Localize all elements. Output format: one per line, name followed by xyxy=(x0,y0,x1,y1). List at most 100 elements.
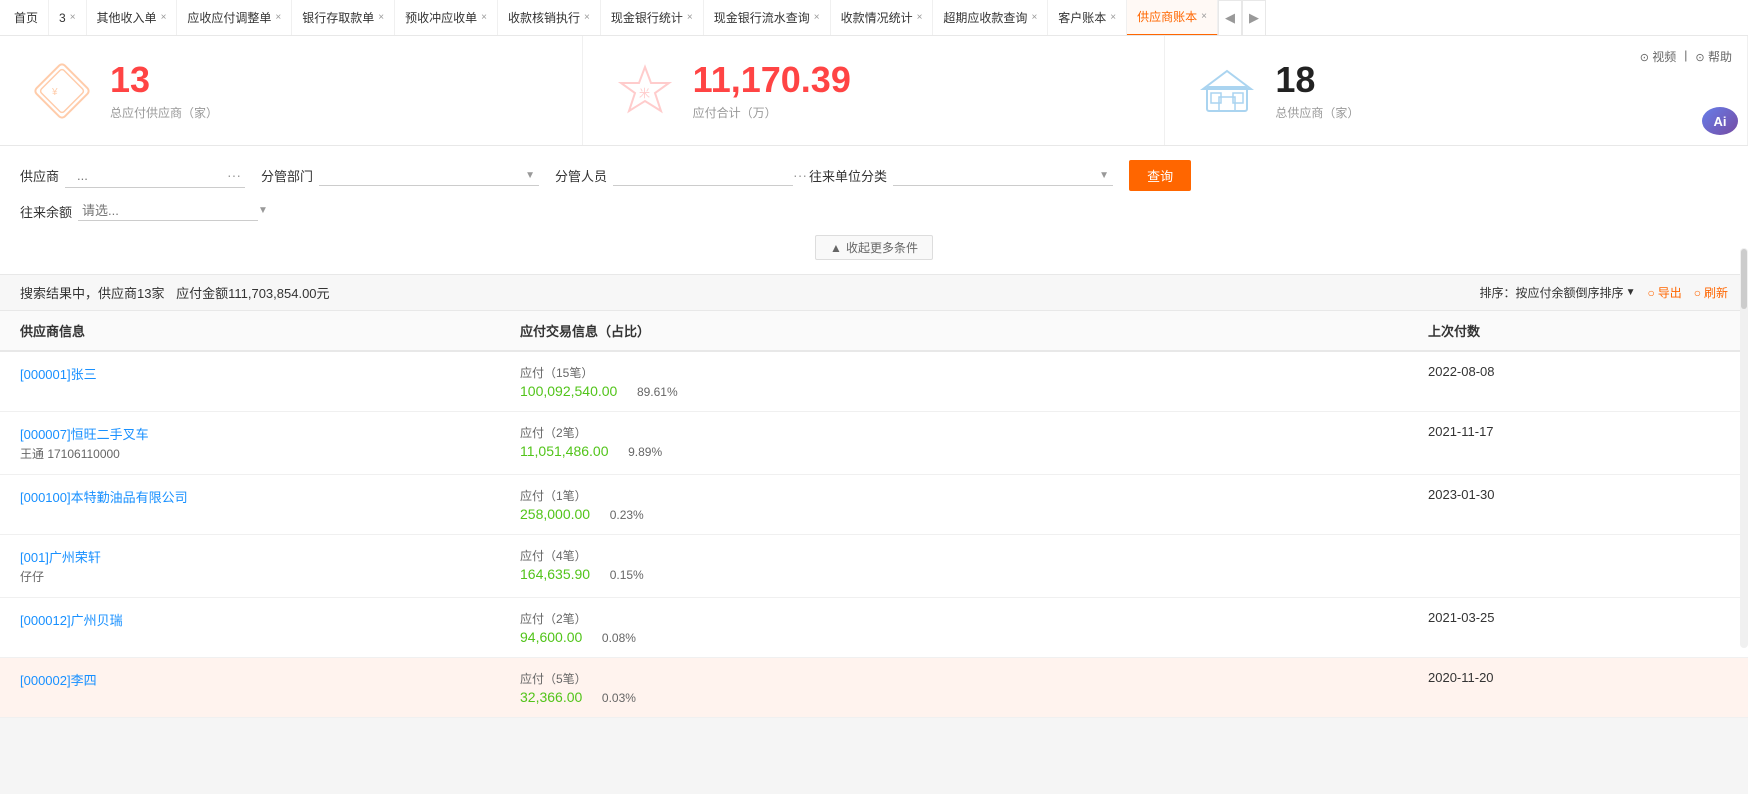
nav-tab-home[interactable]: 首页 xyxy=(4,0,49,36)
category-dropdown-icon[interactable]: ▼ xyxy=(1099,170,1109,181)
filter-person-label: 分管人员 xyxy=(555,166,607,185)
filter-person-input[interactable] xyxy=(617,168,793,183)
query-button[interactable]: 查询 xyxy=(1129,160,1191,191)
nav-tab-cash-bank-stat[interactable]: 现金银行统计 × xyxy=(601,0,704,36)
tx-amount-000100[interactable]: 258,000.00 xyxy=(520,506,590,522)
last-pay-000001: 2022-08-08 xyxy=(1428,364,1495,379)
table-row: [000007]恒旺二手叉车 王通 17106110000 应付（2笔） 11,… xyxy=(0,412,1748,475)
nav-tab-cash-bank-stat-close[interactable]: × xyxy=(687,12,693,23)
supplier-sub-000007: 王通 17106110000 xyxy=(20,445,520,462)
data-table: 供应商信息 应付交易信息（占比） 上次付数 [000001]张三 应付（15笔）… xyxy=(0,311,1748,718)
nav-tab-supplier-account[interactable]: 供应商账本 × xyxy=(1127,0,1218,36)
table-row: [000100]本特勤油品有限公司 应付（1笔） 258,000.00 0.23… xyxy=(0,475,1748,535)
table-row: [000001]张三 应付（15笔） 100,092,540.00 89.61%… xyxy=(0,352,1748,412)
supplier-link-000007[interactable]: [000007]恒旺二手叉车 xyxy=(20,427,149,442)
nav-tab-ap-adjust-close[interactable]: × xyxy=(275,12,281,23)
nav-tab-other-income-label: 其他收入单 xyxy=(97,9,157,26)
nav-tab-collect-verify[interactable]: 收款核销执行 × xyxy=(498,0,601,36)
last-pay-cell: 2023-01-30 xyxy=(1428,487,1728,502)
supplier-link-001[interactable]: [001]广州荣轩 xyxy=(20,550,101,565)
help-links: ⊙ 视频 | ⊙ 帮助 xyxy=(1640,48,1732,65)
tx-label-001: 应付（4笔） xyxy=(520,547,1428,564)
filter-row-1: 供应商 ··· 分管部门 ▼ 分管人员 ··· 往来单位分类 xyxy=(20,160,1728,191)
tx-amount-000002[interactable]: 32,366.00 xyxy=(520,689,582,705)
result-prefix: 搜索结果中，供应商13家 xyxy=(20,286,164,301)
ai-badge[interactable]: Ai xyxy=(1702,107,1738,135)
nav-tab-overdue-collect-close[interactable]: × xyxy=(1031,12,1037,23)
nav-tab-cash-bank-flow-close[interactable]: × xyxy=(814,12,820,23)
last-pay-000002: 2020-11-20 xyxy=(1428,670,1494,685)
svg-text:米: 米 xyxy=(639,87,650,100)
nav-tab-supplier-account-label: 供应商账本 xyxy=(1137,8,1197,25)
tx-cell: 应付（15笔） 100,092,540.00 89.61% xyxy=(520,364,1428,399)
filter-dept: 分管部门 ▼ xyxy=(261,166,539,186)
supplier-link-000002[interactable]: [000002]李四 xyxy=(20,673,97,688)
nav-tab-collect-verify-close[interactable]: × xyxy=(584,12,590,23)
supplier-link-000100[interactable]: [000100]本特勤油品有限公司 xyxy=(20,490,188,505)
filter-category-input[interactable] xyxy=(897,168,1099,183)
nav-tab-cash-bank-flow[interactable]: 现金银行流水查询 × xyxy=(704,0,831,36)
tx-amount-001[interactable]: 164,635.90 xyxy=(520,566,590,582)
export-button[interactable]: ○ 导出 xyxy=(1647,284,1681,301)
supplier-sub-001: 仔仔 xyxy=(20,568,520,585)
star-icon: 米 xyxy=(613,59,677,123)
diamond-icon: ¥ xyxy=(30,59,94,123)
dept-dropdown-icon[interactable]: ▼ xyxy=(525,170,535,181)
filter-supplier: 供应商 ··· xyxy=(20,164,245,188)
supplier-link-000001[interactable]: [000001]张三 xyxy=(20,367,97,382)
help-help-link[interactable]: ⊙ 帮助 xyxy=(1695,48,1732,65)
nav-next-arrow[interactable]: ▶ xyxy=(1242,0,1266,36)
tx-amount-000001[interactable]: 100,092,540.00 xyxy=(520,383,617,399)
filter-supplier-input[interactable] xyxy=(69,166,227,185)
tx-percent-000012: 0.08% xyxy=(602,631,636,645)
tx-percent-000001: 89.61% xyxy=(637,385,678,399)
tx-amount-000012[interactable]: 94,600.00 xyxy=(520,629,582,645)
balance-dropdown-icon[interactable]: ▼ xyxy=(258,205,268,216)
nav-tab-supplier-account-close[interactable]: × xyxy=(1201,11,1207,22)
tx-cell: 应付（4笔） 164,635.90 0.15% xyxy=(520,547,1428,582)
supplier-dots-icon[interactable]: ··· xyxy=(227,167,241,183)
tx-cell: 应付（5笔） 32,366.00 0.03% xyxy=(520,670,1428,705)
nav-tab-ap-adjust-label: 应收应付调整单 xyxy=(187,9,271,26)
help-video-link[interactable]: ⊙ 视频 xyxy=(1640,48,1677,65)
nav-tab-customer-account[interactable]: 客户账本 × xyxy=(1048,0,1127,36)
nav-tab-bank-deposit[interactable]: 银行存取款单 × xyxy=(292,0,395,36)
nav-tab-bank-deposit-close[interactable]: × xyxy=(378,12,384,23)
refresh-button[interactable]: ○ 刷新 xyxy=(1694,284,1728,301)
scrollbar-track[interactable] xyxy=(1740,248,1748,648)
stat-total-suppliers-label: 总供应商（家） xyxy=(1275,104,1359,121)
refresh-label: 刷新 xyxy=(1704,284,1728,301)
filter-dept-input[interactable] xyxy=(323,168,525,183)
nav-tab-collect-stat-close[interactable]: × xyxy=(917,12,923,23)
tx-amount-000007[interactable]: 11,051,486.00 xyxy=(520,443,609,459)
last-pay-000012: 2021-03-25 xyxy=(1428,610,1495,625)
filter-balance-input[interactable] xyxy=(82,203,258,218)
nav-tab-t3-close[interactable]: × xyxy=(70,12,76,23)
nav-tab-other-income-close[interactable]: × xyxy=(161,12,167,23)
stat-payable-amount-content: 11,170.39 应付合计（万） xyxy=(693,60,851,121)
filter-balance: 往来余额 ▼ xyxy=(20,201,258,221)
col-tx-info: 应付交易信息（占比） xyxy=(520,321,1428,340)
nav-tab-other-income[interactable]: 其他收入单 × xyxy=(87,0,178,36)
tx-percent-000100: 0.23% xyxy=(610,508,644,522)
sort-button[interactable]: 排序：按应付余额倒序排序 ▼ xyxy=(1480,284,1636,301)
nav-tab-t3[interactable]: 3 × xyxy=(49,0,87,36)
nav-tab-advance-collect[interactable]: 预收冲应收单 × xyxy=(395,0,498,36)
nav-tab-collect-stat[interactable]: 收款情况统计 × xyxy=(831,0,934,36)
nav-tab-overdue-collect[interactable]: 超期应收款查询 × xyxy=(933,0,1048,36)
nav-tab-advance-collect-close[interactable]: × xyxy=(481,12,487,23)
refresh-icon: ○ xyxy=(1694,286,1701,300)
result-actions: 排序：按应付余额倒序排序 ▼ ○ 导出 ○ 刷新 xyxy=(1480,284,1728,301)
nav-tab-customer-account-close[interactable]: × xyxy=(1110,12,1116,23)
nav-prev-arrow[interactable]: ◀ xyxy=(1218,0,1242,36)
tx-percent-000002: 0.03% xyxy=(602,691,636,705)
supplier-link-000012[interactable]: [000012]广州贝瑞 xyxy=(20,613,123,628)
person-dots-icon[interactable]: ··· xyxy=(793,167,807,183)
stat-payable-suppliers: ¥ 13 总应付供应商（家） xyxy=(0,36,583,145)
scrollbar-thumb[interactable] xyxy=(1741,249,1747,309)
tx-label-000012: 应付（2笔） xyxy=(520,610,1428,627)
export-icon: ○ xyxy=(1647,286,1654,300)
nav-tab-ap-adjust[interactable]: 应收应付调整单 × xyxy=(177,0,292,36)
collapse-button[interactable]: ▲ 收起更多条件 xyxy=(815,235,933,260)
nav-tab-bank-deposit-label: 银行存取款单 xyxy=(302,9,374,26)
